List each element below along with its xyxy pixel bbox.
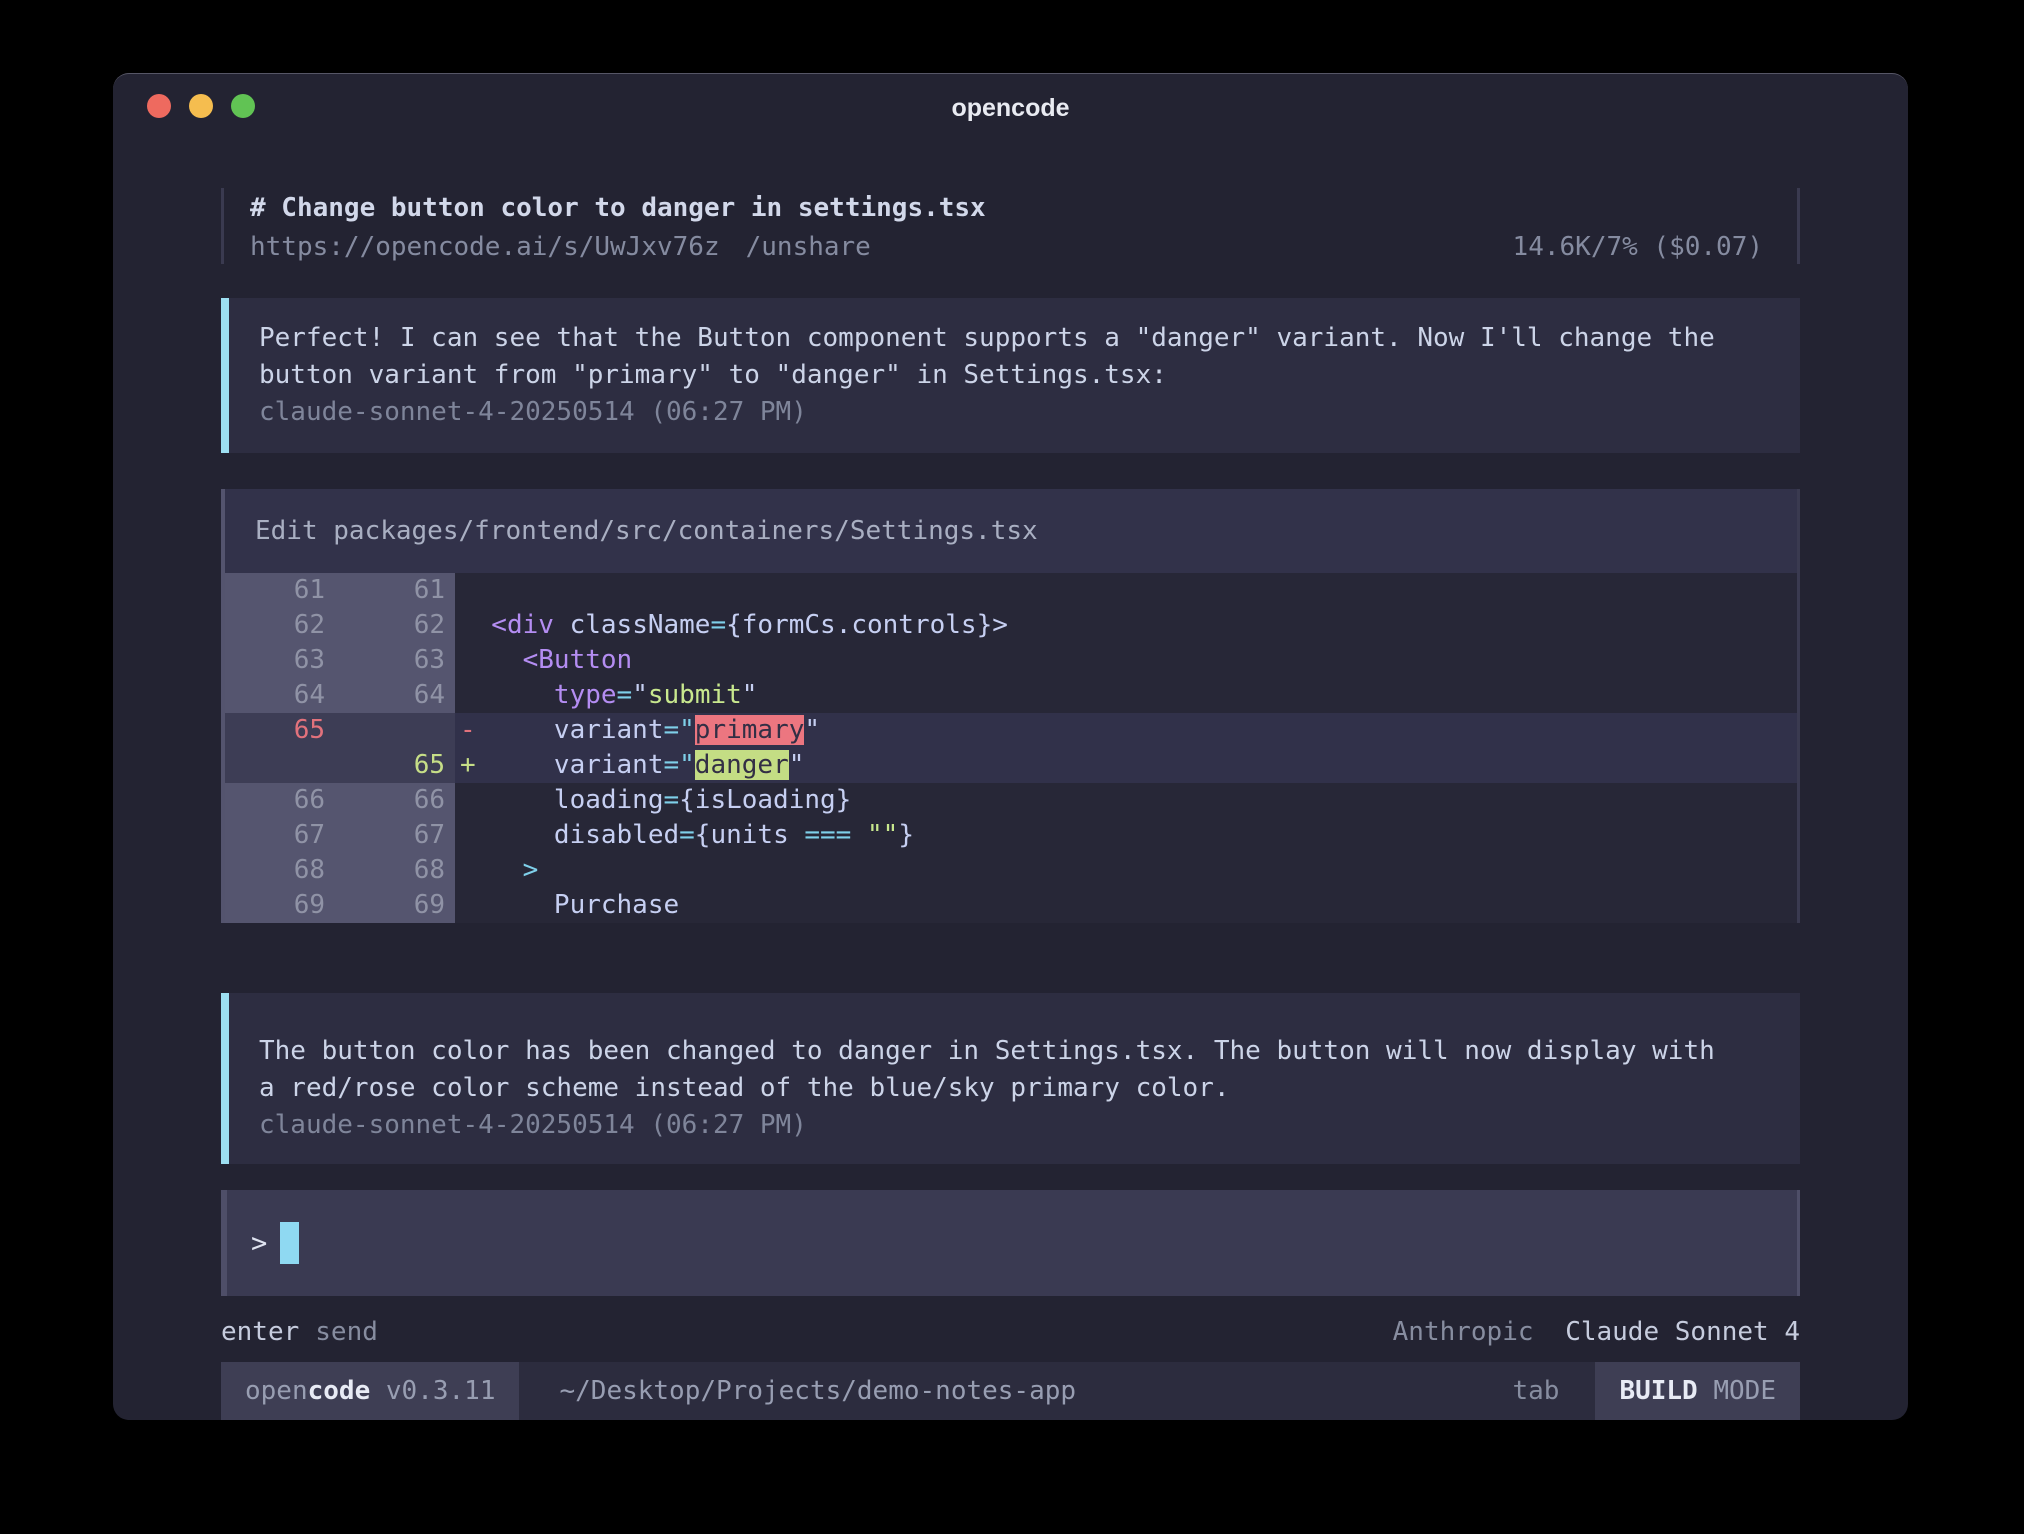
token-cost-stats: 14.6K/7% ($0.07) <box>1513 232 1763 262</box>
diff-row: 6969 Purchase <box>225 888 1797 923</box>
tab-key-hint[interactable]: tab <box>1512 1362 1595 1420</box>
share-url[interactable]: https://opencode.ai/s/UwJxv76z <box>250 232 720 262</box>
assistant-message-1: Perfect! I can see that the Button compo… <box>221 298 1800 453</box>
model-name: Claude Sonnet 4 <box>1565 1317 1800 1347</box>
prompt-input[interactable]: > <box>221 1190 1800 1296</box>
diff-row: 6767 disabled={units === ""} <box>225 818 1797 853</box>
diff-row: 6262 <div className={formCs.controls}> <box>225 608 1797 643</box>
brand-open: open <box>245 1376 308 1406</box>
prompt-symbol: > <box>251 1228 267 1259</box>
session-title: # Change button color to danger in setti… <box>250 193 1763 223</box>
opencode-window: opencode # Change button color to danger… <box>113 73 1908 1420</box>
diff-row: 6464 type="submit" <box>225 678 1797 713</box>
model-indicator: Anthropic Claude Sonnet 4 <box>1393 1316 1800 1348</box>
session-subline: https://opencode.ai/s/UwJxv76z /unshare … <box>250 232 1763 262</box>
assistant-message-text: Perfect! I can see that the Button compo… <box>259 320 1780 394</box>
assistant-message-2: The button color has been changed to dan… <box>221 993 1800 1164</box>
content-area: # Change button color to danger in setti… <box>113 138 1908 1420</box>
provider-name: Anthropic <box>1393 1317 1534 1347</box>
diff-row: 6868 > <box>225 853 1797 888</box>
unshare-command[interactable]: /unshare <box>746 232 871 262</box>
app-version: v0.3.11 <box>370 1376 495 1406</box>
working-directory: ~/Desktop/Projects/demo-notes-app <box>559 1362 1076 1420</box>
hint-bar: enter send Anthropic Claude Sonnet 4 <box>221 1316 1800 1348</box>
mode-segment[interactable]: BUILD MODE <box>1595 1362 1800 1420</box>
window-title: opencode <box>113 94 1908 123</box>
diff-row: 65+ variant="danger" <box>225 748 1797 783</box>
edit-tool-title: Edit packages/frontend/src/containers/Se… <box>225 489 1797 573</box>
brand-code: code <box>308 1376 371 1406</box>
titlebar: opencode <box>113 74 1908 138</box>
diff-view: 6161 6262 <div className={formCs.control… <box>225 573 1797 923</box>
app-version-segment: opencode v0.3.11 <box>221 1362 519 1420</box>
send-hint-label: send <box>315 1316 378 1348</box>
mode-name: BUILD <box>1619 1376 1697 1406</box>
edit-tool-block: Edit packages/frontend/src/containers/Se… <box>221 489 1800 923</box>
mode-suffix: MODE <box>1698 1376 1776 1406</box>
text-cursor <box>280 1222 299 1264</box>
model-timestamp: claude-sonnet-4-20250514 (06:27 PM) <box>259 394 1780 431</box>
diff-row: 6666 loading={isLoading} <box>225 783 1797 818</box>
session-header: # Change button color to danger in setti… <box>221 188 1800 264</box>
diff-row: 65- variant="primary" <box>225 713 1797 748</box>
status-bar: opencode v0.3.11 ~/Desktop/Projects/demo… <box>221 1362 1800 1420</box>
diff-row: 6161 <box>225 573 1797 608</box>
model-timestamp: claude-sonnet-4-20250514 (06:27 PM) <box>259 1107 1780 1144</box>
diff-row: 6363 <Button <box>225 643 1797 678</box>
enter-key-hint: enter <box>221 1316 299 1348</box>
assistant-message-text: The button color has been changed to dan… <box>259 1033 1780 1107</box>
